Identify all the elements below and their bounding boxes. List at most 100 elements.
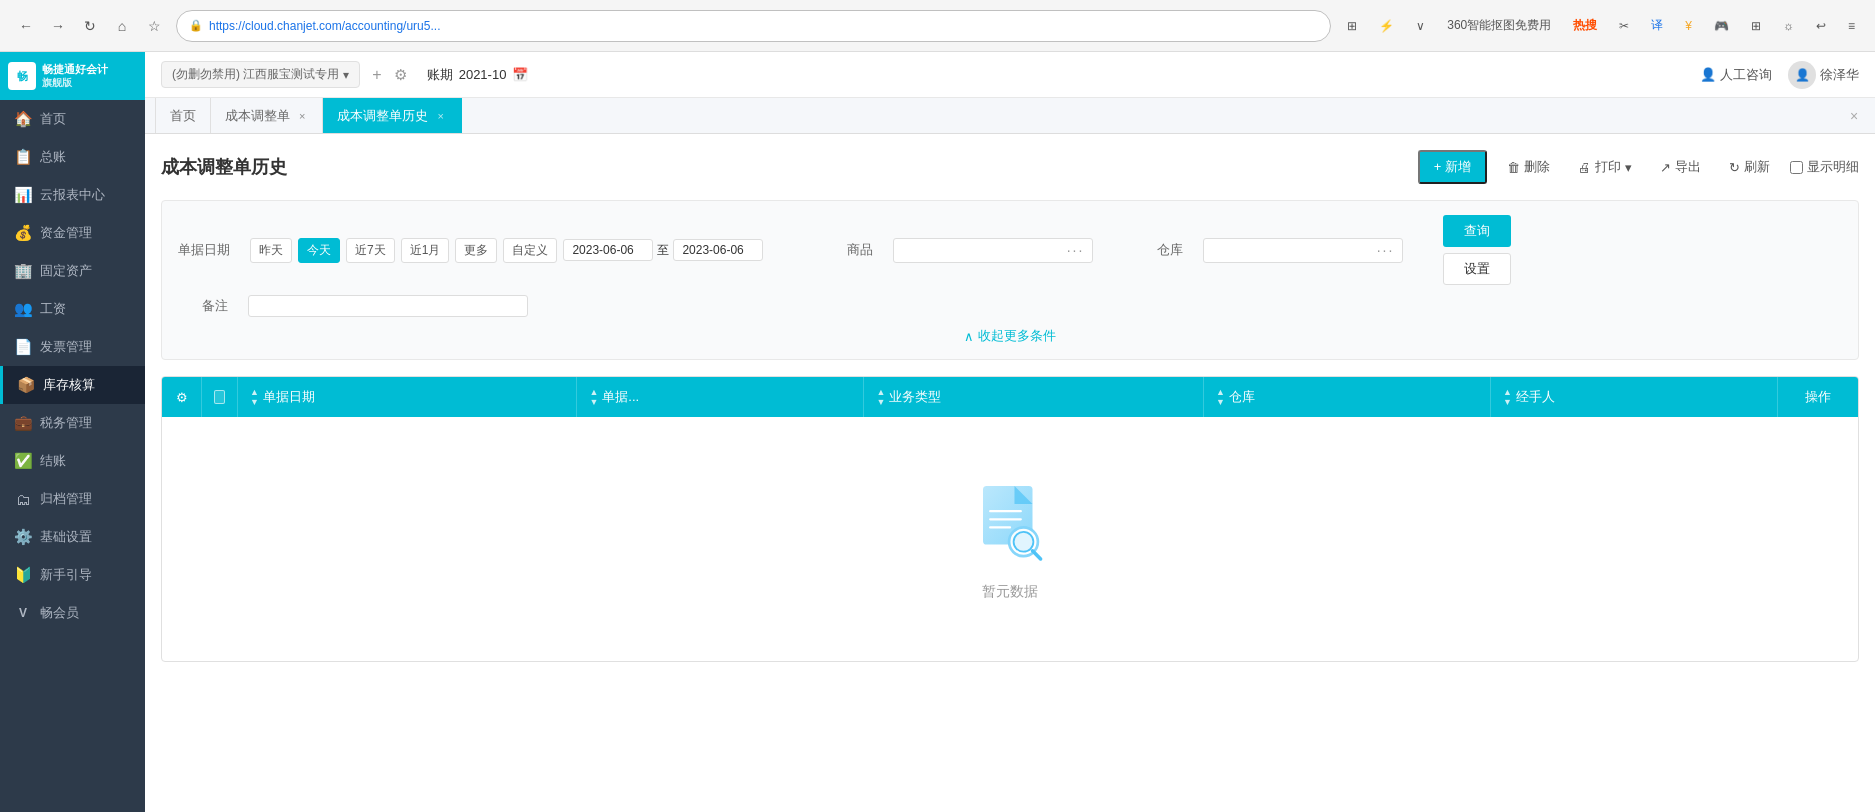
menu-icon[interactable]: ≡ xyxy=(1840,15,1863,37)
grid-icon[interactable]: ⊞ xyxy=(1339,15,1365,37)
th-warehouse[interactable]: ▲▼ 仓库 xyxy=(1204,377,1491,417)
apps-icon[interactable]: ⊞ xyxy=(1743,15,1769,37)
translate-icon[interactable]: 译 xyxy=(1643,13,1671,38)
undo-icon[interactable]: ↩ xyxy=(1808,15,1834,37)
date-to-input[interactable] xyxy=(673,239,763,261)
game-icon[interactable]: 🎮 xyxy=(1706,15,1737,37)
svg-line-7 xyxy=(1033,551,1041,559)
date-range-input: 至 xyxy=(563,239,763,261)
warehouse-more-icon[interactable]: ··· xyxy=(1377,242,1395,258)
customer-service-btn[interactable]: 👤 人工咨询 xyxy=(1700,66,1772,84)
show-detail-toggle[interactable]: 显示明细 xyxy=(1790,158,1859,176)
sidebar-item-inventory[interactable]: 📦 库存核算 xyxy=(0,366,145,404)
export-button[interactable]: ↗ 导出 xyxy=(1652,154,1709,180)
add-company-btn[interactable]: + xyxy=(372,66,381,84)
close-page-button[interactable]: × xyxy=(1843,105,1865,127)
sidebar-item-archive-mgmt[interactable]: 🗂 归档管理 xyxy=(0,480,145,518)
sort-arrows-operator: ▲▼ xyxy=(1503,387,1512,407)
goods-filter-label: 商品 xyxy=(823,241,873,259)
empty-state: 暂元数据 xyxy=(162,417,1858,661)
sidebar-item-basic-settings[interactable]: ⚙️ 基础设置 xyxy=(0,518,145,556)
back-button[interactable]: ← xyxy=(12,12,40,40)
star-button[interactable]: ☆ xyxy=(140,12,168,40)
column-settings-icon: ⚙ xyxy=(176,390,188,405)
tab-cost-adjust[interactable]: 成本调整单 × xyxy=(211,98,323,133)
filter-btn-group: 查询 设置 xyxy=(1443,215,1511,285)
home-icon: 🏠 xyxy=(14,110,32,128)
refresh-button[interactable]: ↻ xyxy=(76,12,104,40)
date-btn-custom[interactable]: 自定义 xyxy=(503,238,557,263)
sort-arrows-docnum: ▲▼ xyxy=(589,387,598,407)
sidebar-item-membership[interactable]: V 畅会员 xyxy=(0,594,145,632)
sidebar: 畅 畅捷通好会计 旗舰版 🏠 首页 📋 总账 📊 云报表中心 💰 资金管理 🏢 … xyxy=(0,52,145,812)
settings-icon[interactable]: ⚙ xyxy=(394,66,407,84)
tab-cost-adjust-history-close[interactable]: × xyxy=(434,109,446,123)
query-button[interactable]: 查询 xyxy=(1443,215,1511,247)
refresh-button[interactable]: ↻ 刷新 xyxy=(1721,154,1778,180)
collapse-icon: ∧ xyxy=(964,329,974,344)
date-btn-1month[interactable]: 近1月 xyxy=(401,238,450,263)
user-profile-btn[interactable]: 👤 徐泽华 xyxy=(1788,61,1859,89)
address-bar[interactable]: 🔒 https://cloud.chanjet.com/accounting/u… xyxy=(176,10,1331,42)
sidebar-item-report-center[interactable]: 📊 云报表中心 xyxy=(0,176,145,214)
th-biztype[interactable]: ▲▼ 业务类型 xyxy=(864,377,1203,417)
sidebar-item-new-guide[interactable]: 🔰 新手引导 xyxy=(0,556,145,594)
date-btn-7days[interactable]: 近7天 xyxy=(346,238,395,263)
th-docnum[interactable]: ▲▼ 单据... xyxy=(577,377,864,417)
search-btn[interactable]: 360智能抠图免费用 xyxy=(1439,13,1559,38)
goods-selector[interactable]: ··· xyxy=(893,238,1093,263)
th-settings[interactable]: ⚙ xyxy=(162,377,202,417)
print-button[interactable]: 🖨 打印 ▾ xyxy=(1570,154,1640,180)
dropdown-icon[interactable]: ∨ xyxy=(1408,15,1433,37)
filter-settings-button[interactable]: 设置 xyxy=(1443,253,1511,285)
select-all-checkbox[interactable] xyxy=(214,390,225,404)
tab-cost-adjust-close[interactable]: × xyxy=(296,109,308,123)
url-text: https://cloud.chanjet.com/accounting/uru… xyxy=(209,19,440,33)
th-checkbox[interactable] xyxy=(202,377,238,417)
th-date[interactable]: ▲▼ 单据日期 xyxy=(238,377,577,417)
add-button[interactable]: + 新增 xyxy=(1418,150,1487,184)
page-title: 成本调整单历史 xyxy=(161,155,287,179)
filter-row-remarks: 备注 xyxy=(178,295,1842,317)
refresh-icon: ↻ xyxy=(1729,160,1740,175)
th-operator[interactable]: ▲▼ 经手人 xyxy=(1491,377,1778,417)
tab-home[interactable]: 首页 xyxy=(155,98,211,133)
hot-search-btn[interactable]: 热搜 xyxy=(1565,13,1605,38)
sort-arrows-warehouse: ▲▼ xyxy=(1216,387,1225,407)
forward-button[interactable]: → xyxy=(44,12,72,40)
goods-more-icon[interactable]: ··· xyxy=(1067,242,1085,258)
sidebar-item-fund-mgmt[interactable]: 💰 资金管理 xyxy=(0,214,145,252)
sidebar-item-fixed-assets[interactable]: 🏢 固定资产 xyxy=(0,252,145,290)
company-selector[interactable]: (勿删勿禁用) 江西服宝测试专用 ▾ xyxy=(161,61,360,88)
sidebar-item-invoice-mgmt[interactable]: 📄 发票管理 xyxy=(0,328,145,366)
show-detail-checkbox[interactable] xyxy=(1790,161,1803,174)
delete-button[interactable]: 🗑 删除 xyxy=(1499,154,1558,180)
logo-text: 畅捷通好会计 旗舰版 xyxy=(42,62,108,90)
page-actions: + 新增 🗑 删除 🖨 打印 ▾ ↗ 导出 ↻ xyxy=(1418,150,1859,184)
lightning-icon[interactable]: ⚡ xyxy=(1371,15,1402,37)
sidebar-logo: 畅 畅捷通好会计 旗舰版 xyxy=(0,52,145,100)
calendar-icon[interactable]: 📅 xyxy=(512,67,528,82)
sidebar-item-closing[interactable]: ✅ 结账 xyxy=(0,442,145,480)
warehouse-filter-label: 仓库 xyxy=(1133,241,1183,259)
date-btn-more[interactable]: 更多 xyxy=(455,238,497,263)
wallet-icon[interactable]: ¥ xyxy=(1677,15,1700,37)
sidebar-item-tax-mgmt[interactable]: 💼 税务管理 xyxy=(0,404,145,442)
tab-cost-adjust-history[interactable]: 成本调整单历史 × xyxy=(323,98,461,133)
brightness-icon[interactable]: ☼ xyxy=(1775,15,1802,37)
date-btn-yesterday[interactable]: 昨天 xyxy=(250,238,292,263)
warehouse-selector[interactable]: ··· xyxy=(1203,238,1403,263)
sidebar-item-home[interactable]: 🏠 首页 xyxy=(0,100,145,138)
remarks-input[interactable] xyxy=(248,295,528,317)
collapse-button[interactable]: ∧ 收起更多条件 xyxy=(964,327,1056,345)
date-from-input[interactable] xyxy=(563,239,653,261)
export-icon: ↗ xyxy=(1660,160,1671,175)
scissors-icon[interactable]: ✂ xyxy=(1611,15,1637,37)
fixed-assets-icon: 🏢 xyxy=(14,262,32,280)
vip-icon: V xyxy=(14,606,32,620)
sidebar-item-general-ledger[interactable]: 📋 总账 xyxy=(0,138,145,176)
sidebar-item-payroll[interactable]: 👥 工资 xyxy=(0,290,145,328)
date-btn-today[interactable]: 今天 xyxy=(298,238,340,263)
home-button[interactable]: ⌂ xyxy=(108,12,136,40)
date-filter-label: 单据日期 xyxy=(178,241,230,259)
